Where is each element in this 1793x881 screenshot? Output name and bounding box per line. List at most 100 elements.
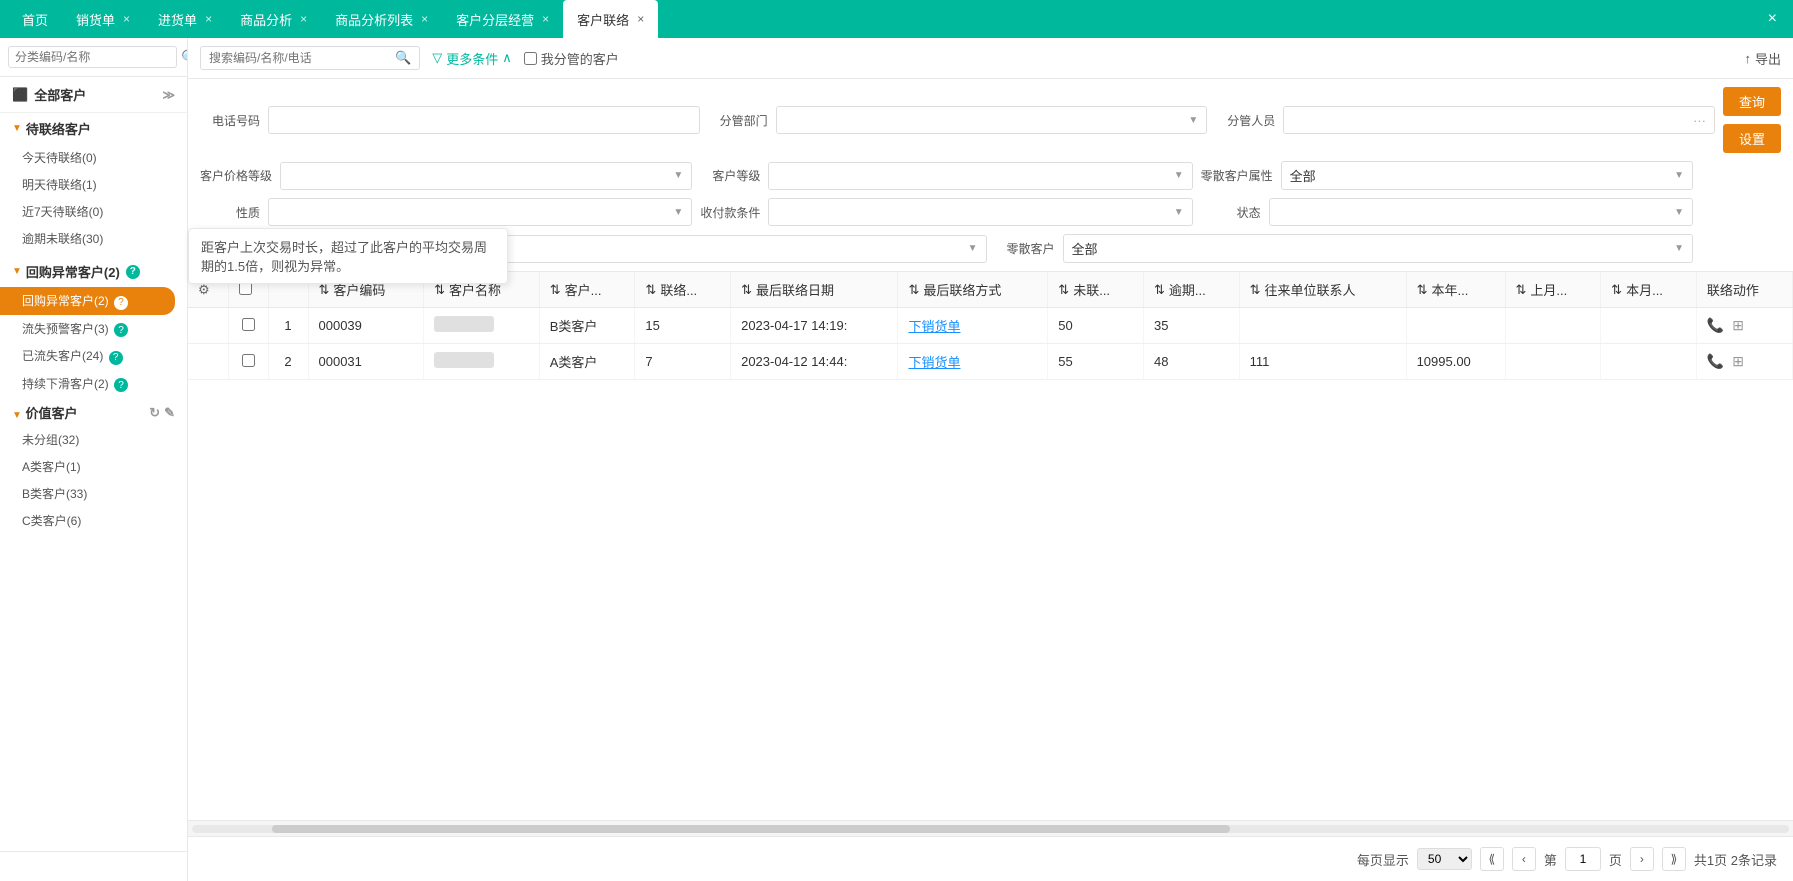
query-button[interactable]: 查询 [1723,87,1781,116]
first-page-btn[interactable]: ⟪ [1480,847,1504,871]
sidebar-section-value[interactable]: ▼ 价值客户 ↻ ✎ [0,397,187,426]
sidebar-item-b-class[interactable]: B类客户(33) [0,480,187,507]
nav-customer-contact-close[interactable]: × [637,12,644,26]
filter-status-select[interactable]: ▼ [1269,198,1693,226]
sidebar-item-ungroup[interactable]: 未分组(32) [0,426,187,453]
sidebar-all-customers[interactable]: ⬛ 全部客户 ≫ [0,77,187,113]
table-area[interactable]: ⚙ ⇅ 客户编码 ⇅ 客户名称 ⇅ 客户... [188,272,1793,820]
filter-price-level-select[interactable]: ▼ [280,162,692,190]
grid-icon-1[interactable]: ⊞ [1732,317,1744,334]
th-last-date-sort-icon[interactable]: ⇅ [741,282,752,298]
nav-home[interactable]: 首页 [8,0,62,38]
nav-product-analysis-list-close[interactable]: × [421,12,428,26]
th-contact-person-sort-icon[interactable]: ⇅ [1250,282,1261,298]
filter-person-dots[interactable]: ··· [1693,113,1706,128]
last-method-link-1[interactable]: 下销货单 [908,319,960,334]
sidebar-item-overdue[interactable]: 逾期未联络(30) [0,225,187,252]
prev-page-btn[interactable]: ‹ [1512,847,1536,871]
th-this-year-sort-icon[interactable]: ⇅ [1417,282,1428,298]
th-action: 联络动作 [1696,272,1792,308]
sidebar-item-repurchase-active[interactable]: 回购异常客户(2) ? [0,287,175,315]
filter-retail-attr: 零散客户属性 全部 ▼ [1201,161,1693,190]
my-customers-label: 我分管的客户 [541,49,619,68]
window-close-button[interactable]: × [1760,6,1785,32]
last-page-btn[interactable]: ⟫ [1662,847,1686,871]
nav-purchase-close[interactable]: × [205,12,212,26]
per-page-select[interactable]: 50 100 200 [1417,848,1472,870]
sidebar-search-icon[interactable]: 🔍 [181,49,188,66]
th-uncontacted-sort-icon[interactable]: ⇅ [1058,282,1069,298]
edit-icon[interactable]: ✎ [164,405,175,421]
last-method-link-2[interactable]: 下销货单 [908,355,960,370]
next-page-btn[interactable]: › [1630,847,1654,871]
td-last-method-1[interactable]: 下销货单 [898,308,1048,344]
scroll-track[interactable] [192,825,1789,833]
td-last-method-2[interactable]: 下销货单 [898,344,1048,380]
nav-customer-tier[interactable]: 客户分层经营 × [442,0,563,38]
nav-purchase[interactable]: 进货单 × [144,0,226,38]
nav-home-label: 首页 [22,10,48,29]
nav-product-analysis-close[interactable]: × [300,12,307,26]
sidebar-collapse-icon[interactable]: ≫ [162,88,175,102]
sidebar-item-c-class[interactable]: C类客户(6) [0,507,187,534]
sidebar-section-pending[interactable]: ▼ 待联络客户 [0,113,187,144]
sidebar-item-a-class[interactable]: A类客户(1) [0,453,187,480]
filter-person: 分管人员 ··· [1215,106,1715,134]
churned-info-icon[interactable]: ? [109,351,123,365]
repurchase-active-info-icon[interactable]: ? [114,296,128,310]
th-last-month-sort-icon[interactable]: ⇅ [1516,282,1527,298]
sidebar-item-churn-warning[interactable]: 流失预警客户(3) ? [0,315,187,343]
nav-sales-close[interactable]: × [123,12,130,26]
more-conditions-btn[interactable]: ▽ 更多条件 ∧ [432,49,512,68]
sidebar-item-tomorrow[interactable]: 明天待联络(1) [0,171,187,198]
sidebar-item-churned[interactable]: 已流失客户(24) ? [0,342,187,370]
nav-sales-order[interactable]: 销货单 × [62,0,144,38]
th-contact-sort-icon[interactable]: ⇅ [645,282,656,298]
phone-icon-2[interactable]: 📞 [1707,353,1724,370]
filter-dept-select[interactable]: ▼ [776,106,1208,134]
row-2-checkbox[interactable] [242,354,255,367]
repurchase-info-icon[interactable]: ? [126,265,140,279]
search-icon[interactable]: 🔍 [395,50,411,66]
sidebar-item-7days[interactable]: 近7天待联络(0) [0,198,187,225]
settings-button[interactable]: 设置 [1723,124,1781,153]
sidebar-item-today[interactable]: 今天待联络(0) [0,144,187,171]
more-conditions-arrow: ∧ [502,50,512,66]
my-customers-filter[interactable]: 我分管的客户 [524,49,619,68]
th-this-month-sort-icon[interactable]: ⇅ [1611,282,1622,298]
sidebar-search-input[interactable] [8,46,177,68]
nav-customer-tier-close[interactable]: × [542,12,549,26]
my-customers-checkbox[interactable] [524,52,537,65]
th-last-method-sort-icon[interactable]: ⇅ [908,282,919,298]
export-button[interactable]: ↑ 导出 [1744,49,1781,68]
sidebar-item-declining[interactable]: 持续下滑客户(2) ? [0,370,187,398]
nav-customer-contact[interactable]: 客户联络 × [563,0,658,38]
td-checkbox-2[interactable] [228,344,268,380]
nav-product-analysis-list[interactable]: 商品分析列表 × [321,0,442,38]
scroll-thumb[interactable] [272,825,1230,833]
nav-product-analysis-label: 商品分析 [240,10,292,29]
filter-payment: 收付款条件 ▼ [700,198,1192,226]
filter-nature-select[interactable]: ▼ [268,198,692,226]
horizontal-scrollbar[interactable] [188,820,1793,836]
th-overdue-sort-icon[interactable]: ⇅ [1154,282,1165,298]
filter-retail-customer-select[interactable]: 全部 ▼ [1063,234,1694,263]
blurred-name-1 [434,316,494,332]
grid-icon-2[interactable]: ⊞ [1732,353,1744,370]
nav-product-analysis[interactable]: 商品分析 × [226,0,321,38]
row-1-checkbox[interactable] [242,318,255,331]
filter-customer-level-select[interactable]: ▼ [768,162,1192,190]
filter-retail-attr-select[interactable]: 全部 ▼ [1281,161,1693,190]
search-input[interactable] [209,51,389,65]
page-input[interactable] [1565,847,1601,871]
churn-warning-info-icon[interactable]: ? [114,323,128,337]
refresh-icon[interactable]: ↻ [149,405,160,421]
th-level-sort-icon[interactable]: ⇅ [550,282,561,298]
main-layout: 🔍 ⬛ 全部客户 ≫ ▼ 待联络客户 今天待联络(0) 明天待联络(1) 近7天… [0,38,1793,881]
phone-icon-1[interactable]: 📞 [1707,317,1724,334]
nav-customer-tier-label: 客户分层经营 [456,10,534,29]
sidebar-section-repurchase[interactable]: ▼ 回购异常客户(2) ? [0,256,187,287]
declining-info-icon[interactable]: ? [114,378,128,392]
filter-payment-select[interactable]: ▼ [768,198,1192,226]
td-checkbox-1[interactable] [228,308,268,344]
